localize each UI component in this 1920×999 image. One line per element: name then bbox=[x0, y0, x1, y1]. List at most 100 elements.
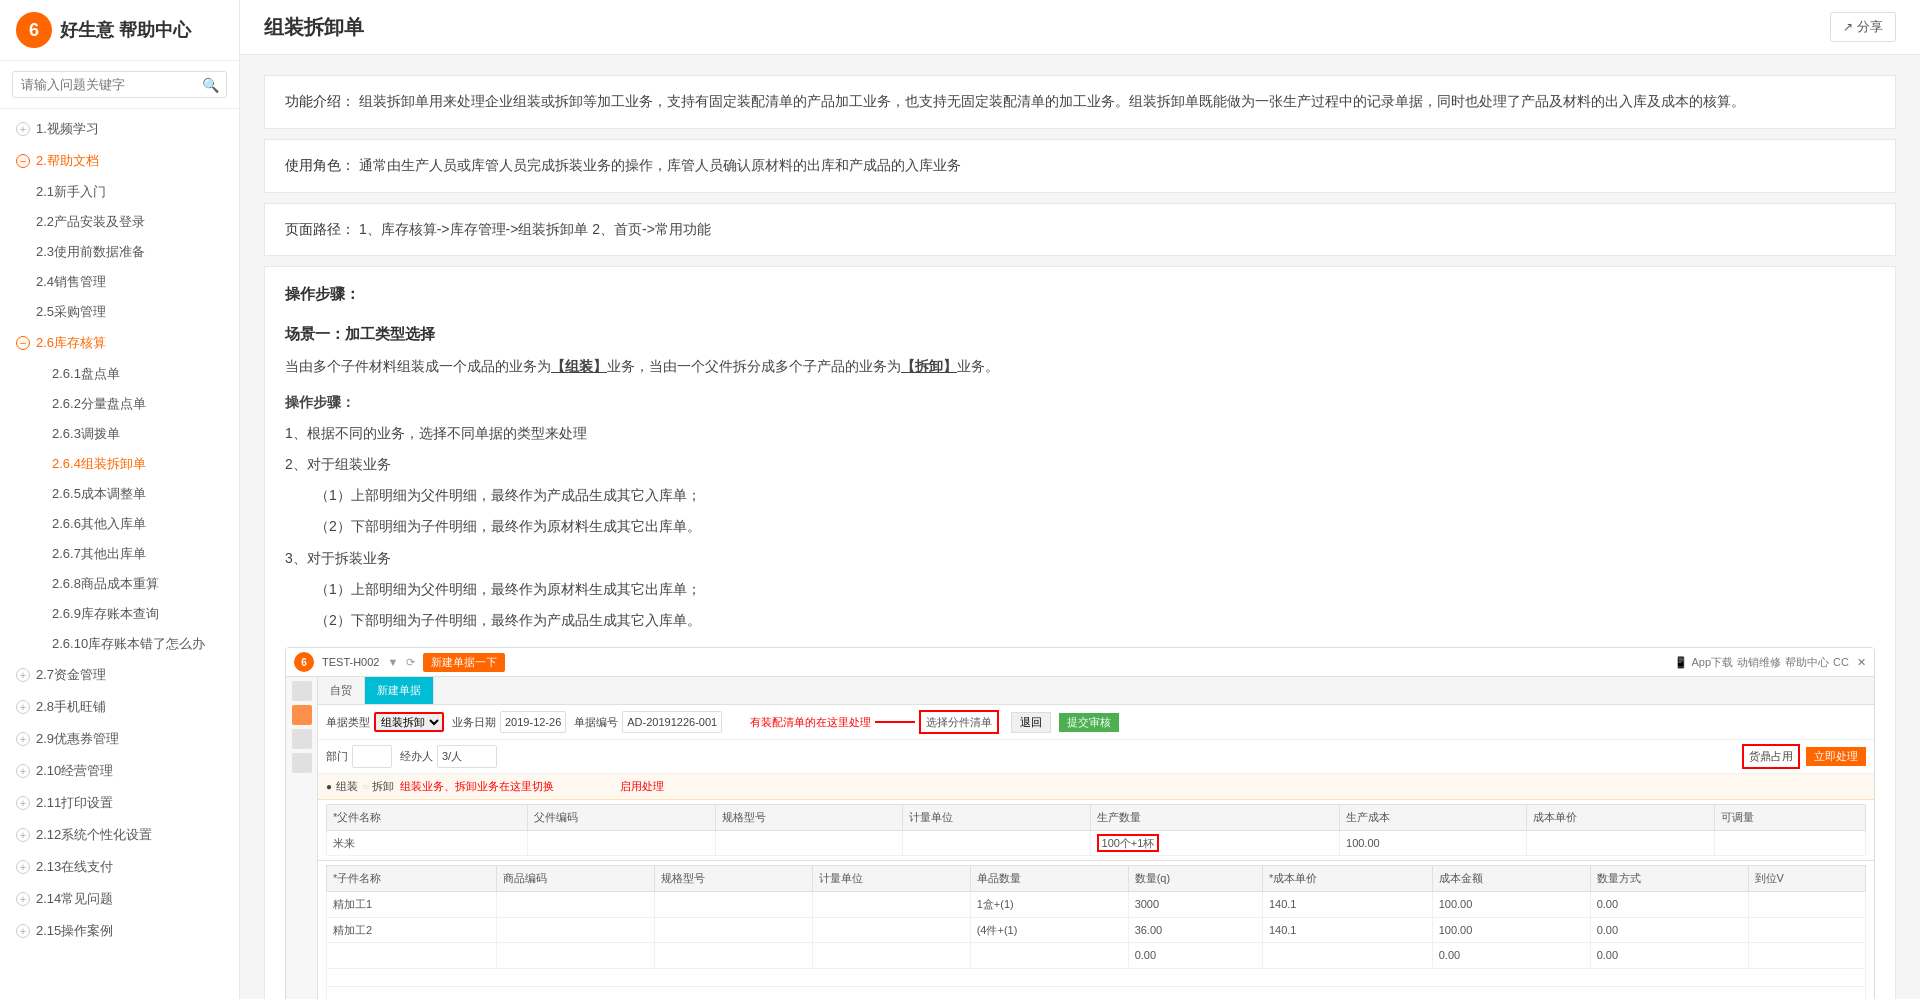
search-icon[interactable]: 🔍 bbox=[202, 77, 219, 93]
func-intro-label: 功能介绍： bbox=[285, 93, 355, 109]
sidebar-item-2[interactable]: − 2.帮助文档 bbox=[0, 145, 239, 177]
ss-close-icon[interactable]: ✕ bbox=[1857, 653, 1866, 672]
ss-col-b-spec: 规格型号 bbox=[654, 866, 812, 892]
sidebar-item-2-6-1[interactable]: 2.6.1盘点单 bbox=[0, 359, 239, 389]
logo-icon: 6 bbox=[16, 12, 52, 48]
sidebar-item-1-label: 1.视频学习 bbox=[36, 120, 99, 138]
path-text: 1、库存核算->库存管理->组装拆卸单 2、首页->常用功能 bbox=[359, 221, 711, 237]
ss-annotation1-area: 有装配清单的在这里处理 选择分件清单 bbox=[750, 710, 999, 735]
sidebar-item-2-3[interactable]: 2.3使用前数据准备 bbox=[0, 237, 239, 267]
ss-table-top-body: 米来 100个+1杯 100.00 bbox=[327, 830, 1866, 856]
main-content: 组装拆卸单 ↗ 分享 功能介绍： 组装拆卸单用来处理企业组装或拆卸等加工业务，支… bbox=[240, 0, 1920, 999]
ss-topbar: 6 TEST-H002 ▼ ⟳ 新建单据一下 📱 App下载 动销维修 帮助中心… bbox=[286, 648, 1874, 677]
ss-col-unit-cost: 成本单价 bbox=[1527, 804, 1714, 830]
ss-cell-adj-qty bbox=[1714, 830, 1865, 856]
func-intro-block: 功能介绍： 组装拆卸单用来处理企业组装或拆卸等加工业务，支持有固定装配清单的产品… bbox=[264, 75, 1896, 129]
ss-table-top: *父件名称 父件编码 规格型号 计量单位 生产数量 生产成本 成本单价 bbox=[326, 804, 1866, 856]
step3: 3、对于拆装业务 bbox=[285, 546, 1875, 571]
ss-sidebar bbox=[286, 677, 318, 999]
table-row: 米来 100个+1杯 100.00 bbox=[327, 830, 1866, 856]
scene1-desc: 当由多个子件材料组装成一个成品的业务为【组装】业务，当由一个父件拆分成多个子产品… bbox=[285, 354, 1875, 379]
sidebar-item-2-4[interactable]: 2.4销售管理 bbox=[0, 267, 239, 297]
sidebar-item-2-15[interactable]: + 2.15操作案例 bbox=[0, 915, 239, 947]
ss-arrow1 bbox=[875, 721, 915, 723]
fake-screenshot: 6 TEST-H002 ▼ ⟳ 新建单据一下 📱 App下载 动销维修 帮助中心… bbox=[286, 648, 1874, 999]
ss-process-btn[interactable]: 立即处理 bbox=[1806, 747, 1866, 766]
step1: 1、根据不同的业务，选择不同单据的类型来处理 bbox=[285, 421, 1875, 446]
ss-table-bottom: *子件名称 商品编码 规格型号 计量单位 单品数量 数量(q) *成本单价 bbox=[326, 865, 1866, 999]
ss-annotation2-text: 组装业务、拆卸业务在这里切换 bbox=[400, 777, 554, 796]
sidebar-item-2-6-9[interactable]: 2.6.9库存账本查询 bbox=[0, 599, 239, 629]
sidebar-item-2-6-8[interactable]: 2.6.8商品成本重算 bbox=[0, 569, 239, 599]
sidebar-item-2-12[interactable]: + 2.12系统个性化设置 bbox=[0, 819, 239, 851]
sidebar-item-2-6-label: 2.6库存核算 bbox=[36, 334, 106, 352]
sidebar-item-2-5[interactable]: 2.5采购管理 bbox=[0, 297, 239, 327]
sidebar-item-2-7[interactable]: + 2.7资金管理 bbox=[0, 659, 239, 691]
ss-logo-icon: 6 bbox=[294, 652, 314, 672]
scene1-title: 场景一：加工类型选择 bbox=[285, 321, 1875, 347]
ss-content-area: 自贸 新建单据 单据类型 组装拆卸 bbox=[286, 677, 1874, 999]
ss-sidebar-icon-2 bbox=[292, 705, 312, 725]
ss-annotation3-text: 启用处理 bbox=[620, 777, 664, 796]
search-input[interactable] bbox=[12, 71, 227, 98]
minus-icon-2: − bbox=[16, 154, 30, 168]
sidebar-item-2-8[interactable]: + 2.8手机旺铺 bbox=[0, 691, 239, 723]
logo-area: 6 好生意 帮助中心 bbox=[0, 0, 239, 61]
ss-cc-label: CC bbox=[1833, 653, 1849, 672]
ss-tab-zizhi[interactable]: 自贸 bbox=[318, 677, 365, 704]
plus-icon-15: + bbox=[16, 924, 30, 938]
sidebar-item-2-14[interactable]: + 2.14常见问题 bbox=[0, 883, 239, 915]
ss-select-icon: ▼ bbox=[387, 653, 398, 672]
sidebar-item-2-9[interactable]: + 2.9优惠券管理 bbox=[0, 723, 239, 755]
ss-table-bottom-area: *子件名称 商品编码 规格型号 计量单位 单品数量 数量(q) *成本单价 bbox=[318, 861, 1874, 999]
sidebar-item-2-1[interactable]: 2.1新手入门 bbox=[0, 177, 239, 207]
ss-cell-unit-cost bbox=[1527, 830, 1714, 856]
ss-num-field: 单据编号 AD-20191226-001 bbox=[574, 711, 722, 734]
ss-type-select[interactable]: 组装拆卸 bbox=[374, 712, 444, 732]
ss-sidebar-icon-3 bbox=[292, 729, 312, 749]
table-row bbox=[327, 986, 1866, 999]
ss-table-top-area: *父件名称 父件编码 规格型号 计量单位 生产数量 生产成本 成本单价 bbox=[318, 800, 1874, 861]
sidebar-item-2-6-6[interactable]: 2.6.6其他入库单 bbox=[0, 509, 239, 539]
ss-person-label: 经办人 bbox=[400, 747, 433, 766]
sidebar-item-2-10[interactable]: + 2.10经营管理 bbox=[0, 755, 239, 787]
sidebar-item-2-6-5[interactable]: 2.6.5成本调整单 bbox=[0, 479, 239, 509]
ss-num-value: AD-20191226-001 bbox=[622, 711, 722, 734]
ss-tab-new[interactable]: 新建单据 bbox=[365, 677, 434, 704]
ss-submit-btn[interactable]: 提交审核 bbox=[1059, 713, 1119, 732]
sidebar-item-2-6-10[interactable]: 2.6.10库存账本错了怎么办 bbox=[0, 629, 239, 659]
table-row bbox=[327, 968, 1866, 986]
ops-steps-subtitle: 操作步骤： bbox=[285, 390, 1875, 415]
ss-cell-unit bbox=[903, 830, 1090, 856]
ss-col-unit: 计量单位 bbox=[903, 804, 1090, 830]
logo-text: 好生意 帮助中心 bbox=[60, 18, 191, 42]
sidebar-item-2-6-7[interactable]: 2.6.7其他出库单 bbox=[0, 539, 239, 569]
ss-col-goods-code: 商品编码 bbox=[496, 866, 654, 892]
ss-gd-label: 货鼎占用 bbox=[1742, 744, 1800, 769]
sidebar-item-2-2[interactable]: 2.2产品安装及登录 bbox=[0, 207, 239, 237]
ss-sidebar-icon-1 bbox=[292, 681, 312, 701]
share-button[interactable]: ↗ 分享 bbox=[1830, 12, 1896, 42]
search-box: 🔍 bbox=[0, 61, 239, 109]
sidebar-item-2-13[interactable]: + 2.13在线支付 bbox=[0, 851, 239, 883]
ss-num-label: 单据编号 bbox=[574, 713, 618, 732]
sidebar-item-2-6-2[interactable]: 2.6.2分量盘点单 bbox=[0, 389, 239, 419]
table-row: 精加工1 1盒+(1) 3000 140.1 100.00 bbox=[327, 891, 1866, 917]
ss-app-icon: 📱 bbox=[1674, 653, 1688, 672]
ss-type-radios: ● 组装 ○ 拆卸 bbox=[326, 777, 394, 796]
ss-col-arrive: 到位V bbox=[1748, 866, 1865, 892]
ss-cell-parent-code bbox=[528, 830, 715, 856]
sidebar-item-2-6-3[interactable]: 2.6.3调拨单 bbox=[0, 419, 239, 449]
ss-pjqd-btn[interactable]: 选择分件清单 bbox=[919, 710, 999, 735]
ss-dept-value bbox=[352, 745, 392, 768]
ss-col-qty-mode: 数量方式 bbox=[1590, 866, 1748, 892]
sidebar-item-2-6-4[interactable]: 2.6.4组装拆卸单 bbox=[0, 449, 239, 479]
ss-back-btn[interactable]: 退回 bbox=[1011, 712, 1051, 733]
sidebar-item-2-6[interactable]: − 2.6库存核算 bbox=[0, 327, 239, 359]
sidebar-item-2-11[interactable]: + 2.11打印设置 bbox=[0, 787, 239, 819]
step3-sub2: （2）下部明细为子件明细，最终作为产成品生成其它入库单。 bbox=[315, 608, 1875, 633]
ss-annotation2-row: ● 组装 ○ 拆卸 组装业务、拆卸业务在这里切换 启用处理 bbox=[318, 774, 1874, 800]
sidebar-item-1[interactable]: + 1.视频学习 bbox=[0, 113, 239, 145]
ss-new-order-btn[interactable]: 新建单据一下 bbox=[423, 653, 505, 672]
ss-col-b-unit-cost: *成本单价 bbox=[1262, 866, 1432, 892]
